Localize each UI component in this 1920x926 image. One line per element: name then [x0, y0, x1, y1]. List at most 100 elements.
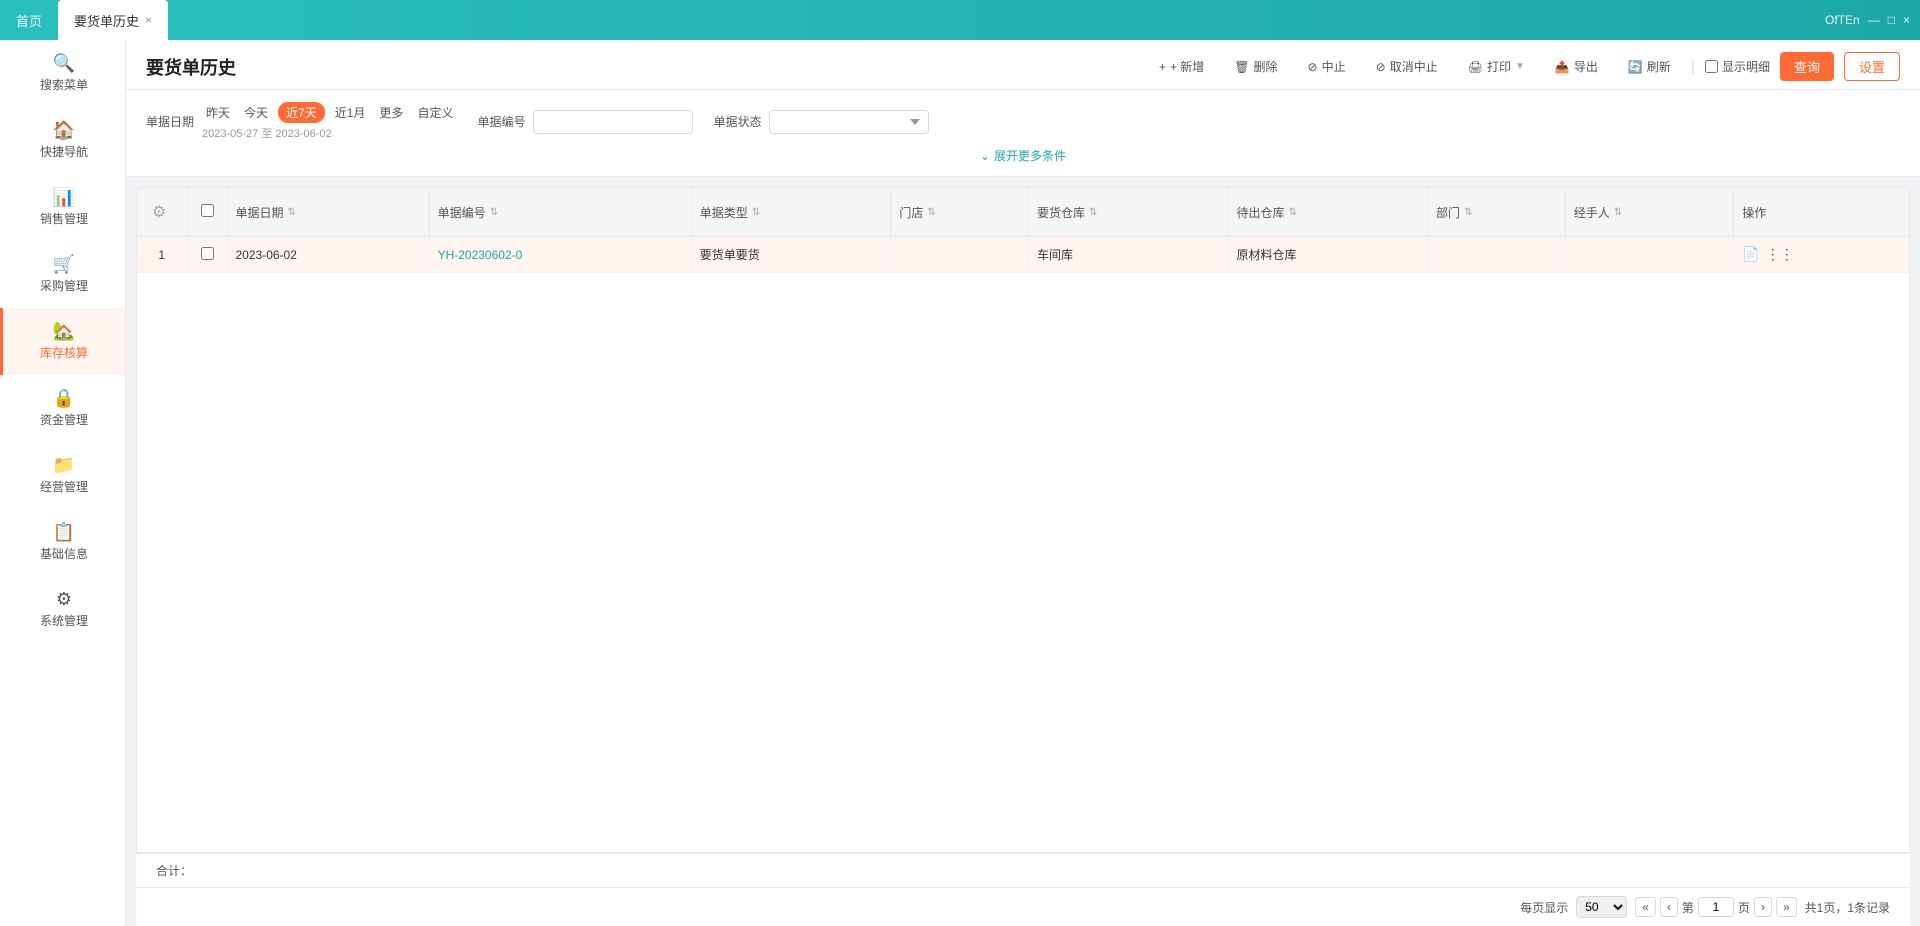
page-size-select[interactable]: 20 50 100 200	[1576, 896, 1627, 918]
date-shortcuts: 昨天 今天 近7天 近1月 更多 自定义	[202, 102, 457, 123]
sidebar-item-fund-mgmt-label: 资金管理	[40, 411, 88, 428]
sidebar-item-quick-nav-label: 快捷导航	[40, 143, 88, 160]
export-button[interactable]: 📤 导出	[1545, 53, 1608, 80]
sidebar-item-business-mgmt[interactable]: 📁 经营管理	[0, 442, 125, 509]
status-label: 单据状态	[713, 113, 761, 130]
th-pending-warehouse-sort[interactable]: 待出仓库 ⇅	[1237, 204, 1420, 221]
sidebar-item-sales-mgmt[interactable]: 📊 销售管理	[0, 174, 125, 241]
sort-icon-pending-warehouse: ⇅	[1289, 207, 1297, 218]
sort-icon-order-type: ⇅	[752, 207, 760, 218]
tab-requisition-history[interactable]: 要货单历史 ×	[58, 0, 168, 40]
total-info: 共1页，1条记录	[1805, 899, 1890, 916]
sidebar-item-search-menu[interactable]: 🔍 搜索菜单	[0, 40, 125, 107]
first-page-btn[interactable]: «	[1635, 897, 1656, 917]
tab-requisition-history-label: 要货单历史	[74, 11, 139, 30]
th-order-no-sort[interactable]: 单据编号 ⇅	[438, 204, 683, 221]
settings-button[interactable]: 设置	[1844, 52, 1900, 81]
cancel-stop-button[interactable]: ⊘ 取消中止	[1366, 53, 1448, 80]
delete-button[interactable]: 🗑 删除	[1224, 53, 1287, 80]
row-edit-icon[interactable]: 📄	[1742, 246, 1759, 263]
filter-bar: 单据日期 昨天 今天 近7天 近1月 更多 自定义 2023-05-27 至 2…	[126, 90, 1920, 177]
page-size-label: 每页显示	[1520, 899, 1568, 916]
th-order-no: 单据编号 ⇅	[429, 188, 691, 237]
row-order-type-value: 要货单要货	[700, 248, 760, 262]
page-input[interactable]	[1698, 897, 1734, 917]
order-no-input[interactable]	[533, 110, 693, 134]
th-handler-sort[interactable]: 经手人 ⇅	[1574, 204, 1726, 221]
display-detail-checkbox[interactable]	[1705, 60, 1718, 73]
date-shortcut-7days[interactable]: 近7天	[278, 102, 325, 123]
tab-home[interactable]: 首页	[0, 0, 58, 40]
new-button[interactable]: + + 新增	[1149, 53, 1214, 80]
th-department-sort[interactable]: 部门 ⇅	[1436, 204, 1557, 221]
td-department	[1428, 237, 1566, 273]
page-nav: « ‹ 第 页 › »	[1635, 897, 1796, 917]
order-no-label: 单据编号	[477, 113, 525, 130]
sort-icon-req-warehouse: ⇅	[1089, 207, 1097, 218]
maximize-btn[interactable]: □	[1888, 13, 1895, 27]
refresh-button[interactable]: 🔄 刷新	[1618, 53, 1681, 80]
th-store-sort[interactable]: 门店 ⇅	[899, 204, 1020, 221]
new-label: + 新增	[1170, 58, 1204, 75]
expand-more-btn[interactable]: ⌄ 展开更多条件	[146, 147, 1900, 164]
row-checkbox[interactable]	[201, 247, 214, 260]
date-shortcut-custom[interactable]: 自定义	[413, 103, 457, 122]
footer-total-label: 合计：	[156, 862, 192, 879]
row-pending-warehouse-value: 原材料仓库	[1237, 248, 1297, 262]
date-shortcut-more[interactable]: 更多	[375, 103, 407, 122]
row-more-icon[interactable]: ⋮⋮	[1766, 246, 1794, 263]
minimize-btn[interactable]: —	[1868, 13, 1880, 27]
refresh-label: 刷新	[1647, 58, 1671, 75]
th-date-sort[interactable]: 单据日期 ⇅	[236, 204, 421, 221]
sidebar-item-purchase-mgmt[interactable]: 🛒 采购管理	[0, 241, 125, 308]
sidebar-item-system-mgmt[interactable]: ⚙ 系统管理	[0, 576, 125, 643]
sidebar-item-fund-mgmt[interactable]: 🔒 资金管理	[0, 375, 125, 442]
th-order-type-sort[interactable]: 单据类型 ⇅	[700, 204, 883, 221]
tab-home-label: 首页	[16, 11, 42, 30]
select-all-checkbox[interactable]	[201, 204, 214, 217]
print-icon: 🖨	[1468, 60, 1483, 74]
date-shortcut-1month[interactable]: 近1月	[331, 103, 370, 122]
content-area: 要货单历史 + + 新增 🗑 删除 ⊘ 中止 ⊘ 取消中止	[126, 40, 1920, 926]
status-select[interactable]	[769, 110, 929, 134]
fund-mgmt-icon: 🔒	[53, 389, 75, 407]
sidebar-item-quick-nav[interactable]: 🏠 快捷导航	[0, 107, 125, 174]
sidebar-item-inventory-accounting[interactable]: 🏡 库存核算	[0, 308, 125, 375]
stop-button[interactable]: ⊘ 中止	[1298, 53, 1356, 80]
top-bar: 首页 要货单历史 × OfTEn — □ ×	[0, 0, 1920, 40]
date-shortcut-today[interactable]: 今天	[240, 103, 272, 122]
th-checkbox	[187, 188, 227, 237]
date-shortcut-yesterday[interactable]: 昨天	[202, 103, 234, 122]
sort-icon-order-no: ⇅	[490, 207, 498, 218]
row-order-no-link[interactable]: YH-20230602-0	[438, 248, 523, 262]
th-req-warehouse-sort[interactable]: 要货仓库 ⇅	[1037, 204, 1220, 221]
last-page-btn[interactable]: »	[1776, 897, 1797, 917]
td-actions: 📄 ⋮⋮	[1734, 237, 1909, 273]
prev-page-btn[interactable]: ‹	[1660, 897, 1678, 917]
next-page-btn[interactable]: ›	[1754, 897, 1772, 917]
table-row[interactable]: 1 2023-06-02 YH-20230602-0 要货单要货	[137, 237, 1909, 273]
td-order-no: YH-20230602-0	[429, 237, 691, 273]
page-label: 第	[1682, 899, 1694, 916]
table-header-row: ⚙ 单据日期 ⇅ 单据编号	[137, 188, 1909, 237]
row-date-value: 2023-06-02	[236, 248, 297, 262]
display-detail-checkbox-wrapper[interactable]: 显示明细	[1705, 58, 1770, 75]
query-button[interactable]: 查询	[1780, 52, 1834, 81]
table-body: 1 2023-06-02 YH-20230602-0 要货单要货	[137, 237, 1909, 273]
print-button[interactable]: 🖨 打印 ▼	[1458, 53, 1535, 80]
basic-info-icon: 📋	[53, 523, 75, 541]
sidebar-item-purchase-mgmt-label: 采购管理	[40, 277, 88, 294]
td-handler	[1565, 237, 1734, 273]
td-date: 2023-06-02	[227, 237, 429, 273]
cancel-stop-label: 取消中止	[1390, 58, 1438, 75]
tab-close-icon[interactable]: ×	[145, 13, 152, 27]
pagination-bar: 每页显示 20 50 100 200 « ‹ 第 页 › » 共1页，1条记录	[136, 887, 1910, 926]
sidebar-item-basic-info[interactable]: 📋 基础信息	[0, 509, 125, 576]
th-store: 门店 ⇅	[891, 188, 1029, 237]
close-btn[interactable]: ×	[1903, 13, 1910, 27]
window-controls: OfTEn — □ ×	[1825, 13, 1920, 27]
delete-icon: 🗑	[1234, 60, 1249, 74]
td-req-warehouse: 车间库	[1028, 237, 1228, 273]
column-settings-icon[interactable]: ⚙	[145, 198, 173, 226]
th-order-type-label: 单据类型	[700, 204, 748, 221]
